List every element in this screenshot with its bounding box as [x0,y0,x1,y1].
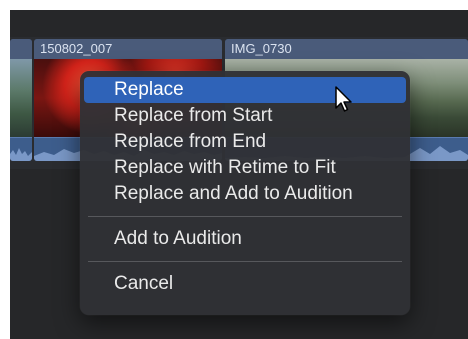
menu-item-replace-with-retime-to-fit[interactable]: Replace with Retime to Fit [84,155,406,181]
timeline-clip[interactable] [10,39,32,161]
menu-item-replace-from-end[interactable]: Replace from End [84,129,406,155]
menu-item-cancel[interactable]: Cancel [84,271,406,297]
menu-item-replace[interactable]: Replace [84,77,406,103]
clip-name [10,39,32,59]
menu-item-replace-from-start[interactable]: Replace from Start [84,103,406,129]
menu-item-replace-and-add-to-audition[interactable]: Replace and Add to Audition [84,181,406,207]
clip-name: IMG_0730 [225,39,468,59]
menu-item-add-to-audition[interactable]: Add to Audition [84,226,406,252]
menu-separator [88,216,402,217]
clip-name: 150802_007 [34,39,222,59]
clip-thumbnail [10,59,32,137]
clip-audio-waveform [10,137,32,161]
menu-separator [88,261,402,262]
arrow-pointer-icon [335,86,352,112]
context-menu: Replace Replace from Start Replace from … [80,71,410,315]
